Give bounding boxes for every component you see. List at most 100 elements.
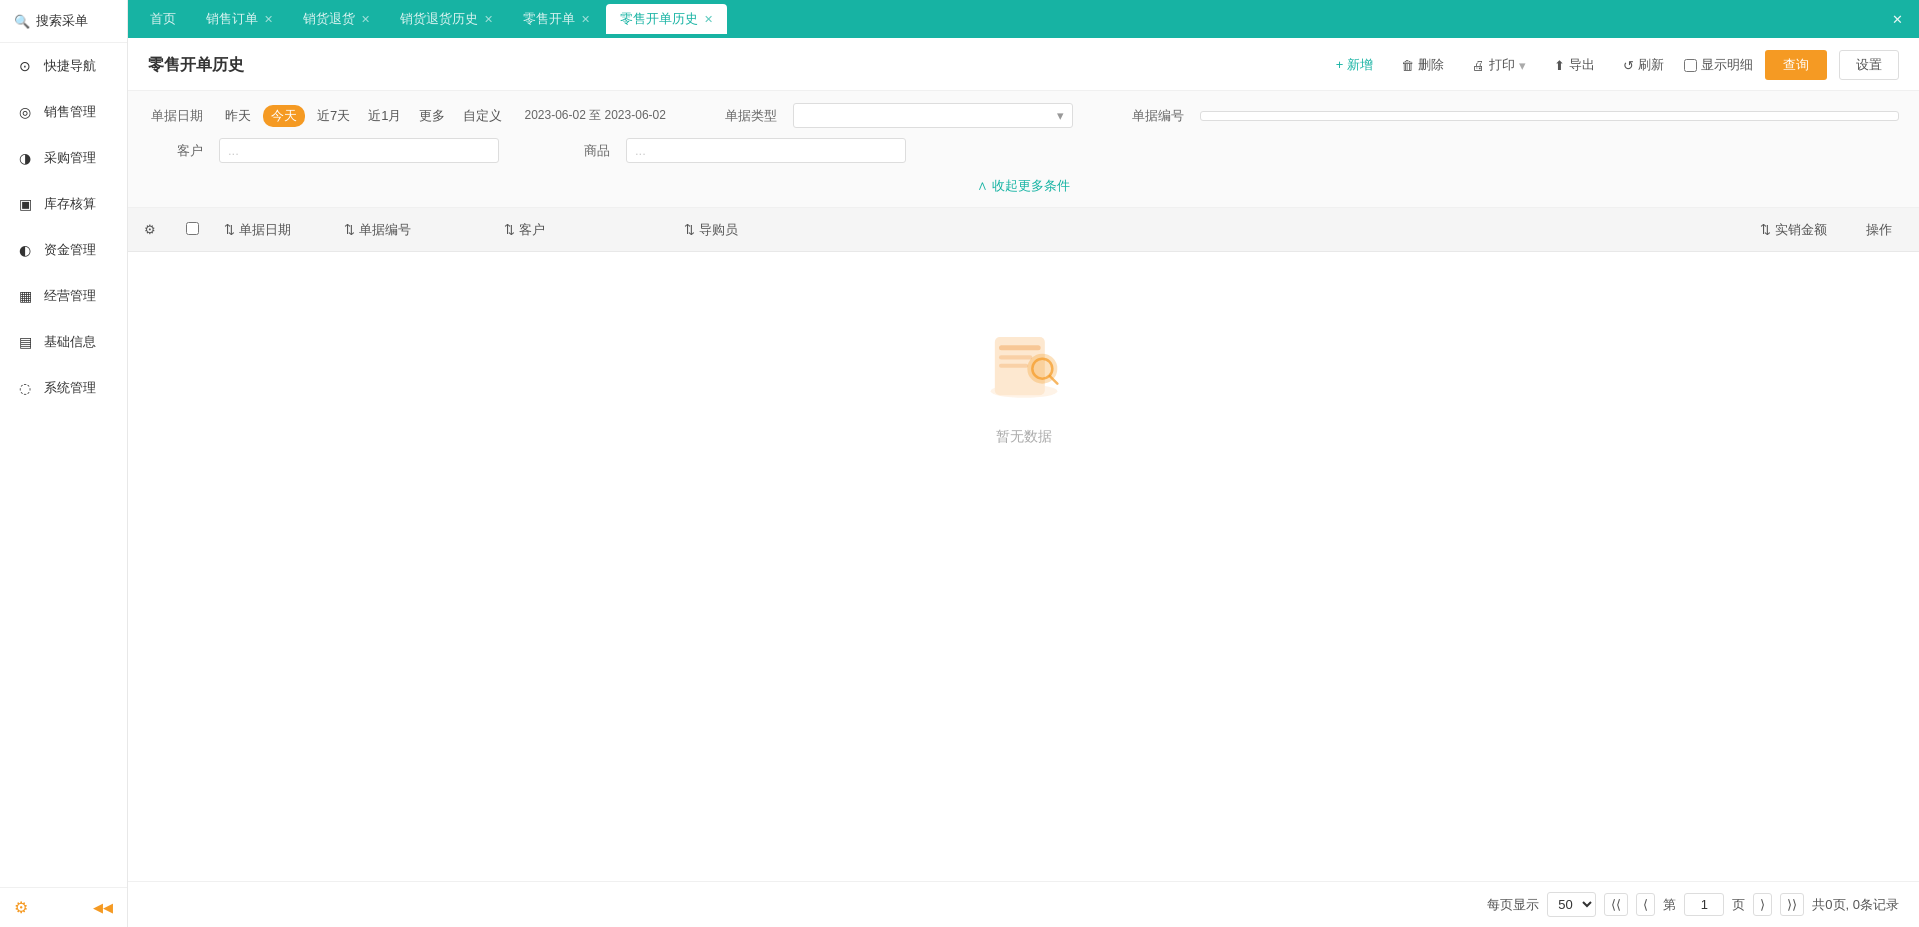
page-label: 页 — [1732, 896, 1745, 914]
sidebar-item-base-info[interactable]: ▤ 基础信息 — [0, 319, 127, 365]
select-all-checkbox[interactable] — [186, 222, 199, 235]
tab-retail-open-history-label: 零售开单历史 — [620, 10, 698, 28]
customer-placeholder: ... — [228, 143, 239, 158]
refresh-icon: ↺ — [1623, 58, 1634, 73]
page-prev-btn[interactable]: ⟨ — [1636, 893, 1655, 916]
filter-row-1: 单据日期 昨天 今天 近7天 近1月 更多 自定义 2023-06-02 至 2… — [148, 103, 1899, 128]
print-icon: 🖨 — [1472, 58, 1485, 73]
tab-sales-return-close[interactable]: ✕ — [361, 13, 370, 26]
date-label: 单据日期 — [148, 107, 203, 125]
new-button[interactable]: + 新增 — [1328, 52, 1381, 78]
export-button[interactable]: ⬆ 导出 — [1546, 52, 1603, 78]
sidebar-item-sales-mgmt[interactable]: ◎ 销售管理 — [0, 89, 127, 135]
col-customer-header[interactable]: ⇅ 客户 — [492, 208, 672, 252]
tab-sales-order[interactable]: 销售订单 ✕ — [192, 4, 287, 34]
sidebar-item-inventory[interactable]: ▣ 库存核算 — [0, 181, 127, 227]
page-next-btn[interactable]: ⟩ — [1753, 893, 1772, 916]
sales-mgmt-icon: ◎ — [14, 101, 36, 123]
date-opt-yesterday[interactable]: 昨天 — [219, 105, 257, 127]
col-middle-header — [792, 208, 1719, 252]
page-header: 零售开单历史 + 新增 🗑 删除 🖨 打印 ▾ ⬆ 导出 — [128, 38, 1919, 91]
num-input[interactable] — [1200, 111, 1899, 121]
sidebar-item-label: 销售管理 — [44, 103, 96, 121]
pagination: 每页显示 50 ⟨⟨ ⟨ 第 页 ⟩ ⟩⟩ 共0页, 0条记录 — [128, 881, 1919, 927]
inventory-icon: ▣ — [14, 193, 36, 215]
tab-retail-open-close[interactable]: ✕ — [581, 13, 590, 26]
sidebar-item-purchase-mgmt[interactable]: ◑ 采购管理 — [0, 135, 127, 181]
num-label: 单据编号 — [1129, 107, 1184, 125]
page-last-btn[interactable]: ⟩⟩ — [1780, 893, 1804, 916]
col-settings-header: ⚙ — [128, 208, 172, 252]
empty-text: 暂无数据 — [996, 428, 1052, 446]
settings-button[interactable]: 设置 — [1839, 50, 1899, 80]
goods-label: 商品 — [555, 142, 610, 160]
per-page-select[interactable]: 50 — [1547, 892, 1596, 917]
sidebar-bottom: ⚙ ◀◀ — [0, 887, 127, 927]
sidebar-item-ops-mgmt[interactable]: ▦ 经营管理 — [0, 273, 127, 319]
date-opt-1month[interactable]: 近1月 — [362, 105, 407, 127]
col-customer-sort: ⇅ — [504, 222, 519, 237]
customer-input[interactable]: ... — [219, 138, 499, 163]
tab-sales-order-close[interactable]: ✕ — [264, 13, 273, 26]
tabbar-right: ✕ — [1892, 12, 1911, 27]
date-range-value: 2023-06-02 至 2023-06-02 — [524, 107, 665, 124]
filter-area: 单据日期 昨天 今天 近7天 近1月 更多 自定义 2023-06-02 至 2… — [128, 91, 1919, 208]
date-opt-more[interactable]: 更多 — [413, 105, 451, 127]
sys-mgmt-icon: ◌ — [14, 377, 36, 399]
col-amount-header[interactable]: ⇅ 实销金额 — [1719, 208, 1839, 252]
customer-label: 客户 — [148, 142, 203, 160]
tab-retail-open-history[interactable]: 零售开单历史 ✕ — [606, 4, 727, 34]
tab-sales-return-history-close[interactable]: ✕ — [484, 13, 493, 26]
quick-nav-icon: ⊙ — [14, 55, 36, 77]
filter-row-2: 客户 ... 商品 ... — [148, 138, 1899, 163]
col-num-header[interactable]: ⇅ 单据编号 — [332, 208, 492, 252]
tabbar-close-btn[interactable]: ✕ — [1892, 12, 1903, 27]
query-button[interactable]: 查询 — [1765, 50, 1827, 80]
svg-rect-2 — [999, 345, 1041, 350]
table-header-row: ⚙ ⇅ 单据日期 ⇅ 单据编号 — [128, 208, 1919, 252]
sidebar-item-quick-nav[interactable]: ⊙ 快捷导航 — [0, 43, 127, 89]
sidebar-item-label: 基础信息 — [44, 333, 96, 351]
col-amount-text: 实销金额 — [1775, 222, 1827, 237]
col-settings-btn[interactable]: ⚙ — [140, 218, 160, 241]
settings-bottom-icon[interactable]: ⚙ — [14, 898, 28, 917]
sidebar-search[interactable]: 🔍 搜索采单 — [0, 0, 127, 43]
col-guide-header[interactable]: ⇅ 导购员 — [672, 208, 792, 252]
sidebar-item-fund-mgmt[interactable]: ◐ 资金管理 — [0, 227, 127, 273]
type-select[interactable]: ▾ — [793, 103, 1073, 128]
delete-button[interactable]: 🗑 删除 — [1393, 52, 1452, 78]
date-opt-custom[interactable]: 自定义 — [457, 105, 508, 127]
col-date-text: 单据日期 — [239, 222, 291, 237]
search-icon: 🔍 — [14, 14, 30, 29]
page-input[interactable] — [1684, 893, 1724, 916]
toolbar: + 新增 🗑 删除 🖨 打印 ▾ ⬆ 导出 ↺ 刷新 — [1328, 50, 1899, 80]
refresh-button[interactable]: ↺ 刷新 — [1615, 52, 1672, 78]
col-guide-text: 导购员 — [699, 222, 738, 237]
collapse-sidebar-icon[interactable]: ◀◀ — [93, 900, 113, 915]
goods-placeholder: ... — [635, 143, 646, 158]
print-button[interactable]: 🖨 打印 ▾ — [1464, 52, 1534, 78]
empty-icon — [974, 312, 1074, 412]
col-date-header[interactable]: ⇅ 单据日期 — [212, 208, 332, 252]
goods-input[interactable]: ... — [626, 138, 906, 163]
page-first-btn[interactable]: ⟨⟨ — [1604, 893, 1628, 916]
tab-sales-return-history[interactable]: 销货退货历史 ✕ — [386, 4, 507, 34]
tab-sales-return[interactable]: 销货退货 ✕ — [289, 4, 384, 34]
sidebar-item-label: 资金管理 — [44, 241, 96, 259]
tab-retail-open-history-close[interactable]: ✕ — [704, 13, 713, 26]
date-opt-today[interactable]: 今天 — [263, 105, 305, 127]
col-op-text: 操作 — [1866, 222, 1892, 237]
col-checkbox-header — [172, 208, 212, 252]
col-num-sort: ⇅ — [344, 222, 359, 237]
print-btn-label: 打印 — [1489, 56, 1515, 74]
col-guide-sort: ⇅ — [684, 222, 699, 237]
collapse-button[interactable]: ∧ 收起更多条件 — [977, 177, 1070, 195]
show-detail-checkbox-label[interactable]: 显示明细 — [1684, 56, 1753, 74]
sidebar-item-label: 系统管理 — [44, 379, 96, 397]
date-opt-7days[interactable]: 近7天 — [311, 105, 356, 127]
purchase-mgmt-icon: ◑ — [14, 147, 36, 169]
tab-home[interactable]: 首页 — [136, 4, 190, 34]
sidebar-item-sys-mgmt[interactable]: ◌ 系统管理 — [0, 365, 127, 411]
tab-retail-open[interactable]: 零售开单 ✕ — [509, 4, 604, 34]
show-detail-checkbox[interactable] — [1684, 59, 1697, 72]
